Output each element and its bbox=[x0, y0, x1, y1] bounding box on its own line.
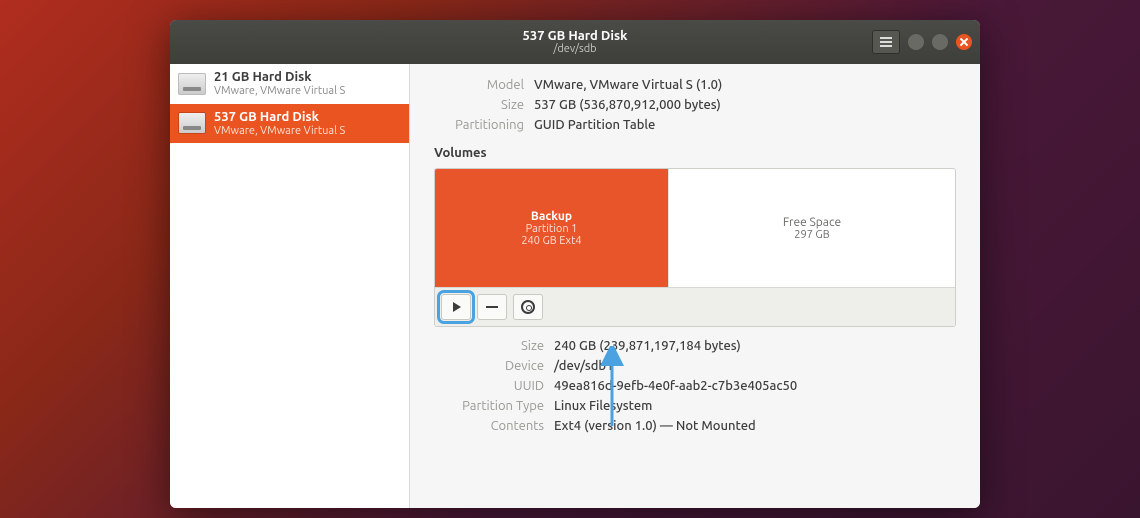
disk-subtitle: VMware, VMware Virtual S bbox=[214, 85, 345, 98]
value-uuid: 49ea816d-9efb-4e0f-aab2-c7b3e405ac50 bbox=[554, 379, 797, 393]
partition-options-button[interactable] bbox=[513, 294, 543, 320]
value-size: 537 GB (536,870,912,000 bytes) bbox=[534, 98, 721, 112]
row-contents: Contents Ext4 (version 1.0) — Not Mounte… bbox=[434, 419, 956, 433]
minimize-button[interactable] bbox=[908, 34, 924, 50]
value-model: VMware, VMware Virtual S (1.0) bbox=[534, 78, 722, 92]
value-contents: Ext4 (version 1.0) — Not Mounted bbox=[554, 419, 756, 433]
value-device: /dev/sdb1 bbox=[554, 359, 613, 373]
harddisk-icon bbox=[178, 73, 206, 95]
volume-line2: Partition 1 bbox=[526, 223, 578, 235]
volume-free-space[interactable]: Free Space 297 GB bbox=[669, 169, 955, 287]
harddisk-icon bbox=[178, 112, 206, 134]
row-ptype: Partition Type Linux Filesystem bbox=[434, 399, 956, 413]
maximize-button[interactable] bbox=[932, 34, 948, 50]
disk-sidebar: 21 GB Hard Disk VMware, VMware Virtual S… bbox=[170, 64, 410, 508]
volume-toolbar bbox=[435, 287, 955, 326]
value-partitioning: GUID Partition Table bbox=[534, 118, 655, 132]
window-subtitle: /dev/sdb bbox=[170, 43, 980, 55]
volumes-heading: Volumes bbox=[434, 146, 956, 160]
row-partitioning: Partitioning GUID Partition Table bbox=[434, 118, 956, 132]
label-part-size: Size bbox=[434, 339, 544, 353]
hamburger-menu-button[interactable] bbox=[872, 30, 900, 54]
label-ptype: Partition Type bbox=[434, 399, 544, 413]
volume-name: Free Space bbox=[783, 216, 841, 229]
minus-icon bbox=[486, 306, 498, 308]
label-model: Model bbox=[434, 78, 524, 92]
row-part-size: Size 240 GB (239,871,197,184 bytes) bbox=[434, 339, 956, 353]
sidebar-disk-0[interactable]: 21 GB Hard Disk VMware, VMware Virtual S bbox=[170, 64, 409, 104]
partition-details: Size 240 GB (239,871,197,184 bytes) Devi… bbox=[434, 339, 956, 433]
label-device: Device bbox=[434, 359, 544, 373]
main-panel: Model VMware, VMware Virtual S (1.0) Siz… bbox=[410, 64, 980, 508]
row-uuid: UUID 49ea816d-9efb-4e0f-aab2-c7b3e405ac5… bbox=[434, 379, 956, 393]
volume-name: Backup bbox=[531, 210, 572, 223]
gear-icon bbox=[521, 300, 535, 314]
volume-line3: 240 GB Ext4 bbox=[521, 235, 581, 247]
value-ptype: Linux Filesystem bbox=[554, 399, 652, 413]
row-device: Device /dev/sdb1 bbox=[434, 359, 956, 373]
disks-window: 537 GB Hard Disk /dev/sdb 21 GB Hard Dis… bbox=[170, 20, 980, 508]
disk-title: 21 GB Hard Disk bbox=[214, 70, 345, 85]
delete-partition-button[interactable] bbox=[477, 294, 507, 320]
row-size: Size 537 GB (536,870,912,000 bytes) bbox=[434, 98, 956, 112]
label-contents: Contents bbox=[434, 419, 544, 433]
volume-strip: Backup Partition 1 240 GB Ext4 Free Spac… bbox=[435, 169, 955, 287]
titlebar: 537 GB Hard Disk /dev/sdb bbox=[170, 20, 980, 64]
row-model: Model VMware, VMware Virtual S (1.0) bbox=[434, 78, 956, 92]
window-title: 537 GB Hard Disk bbox=[170, 29, 980, 43]
disk-subtitle: VMware, VMware Virtual S bbox=[214, 125, 345, 138]
sidebar-disk-1[interactable]: 537 GB Hard Disk VMware, VMware Virtual … bbox=[170, 104, 409, 144]
volume-partition-1[interactable]: Backup Partition 1 240 GB Ext4 bbox=[435, 169, 669, 287]
mount-button[interactable] bbox=[441, 294, 471, 320]
play-icon bbox=[453, 302, 461, 312]
label-size: Size bbox=[434, 98, 524, 112]
value-part-size: 240 GB (239,871,197,184 bytes) bbox=[554, 339, 741, 353]
hamburger-icon bbox=[880, 41, 892, 43]
disk-title: 537 GB Hard Disk bbox=[214, 110, 345, 125]
close-button[interactable] bbox=[956, 34, 972, 50]
volume-line2: 297 GB bbox=[794, 229, 829, 241]
label-uuid: UUID bbox=[434, 379, 544, 393]
volumes-box: Backup Partition 1 240 GB Ext4 Free Spac… bbox=[434, 168, 956, 327]
label-partitioning: Partitioning bbox=[434, 118, 524, 132]
